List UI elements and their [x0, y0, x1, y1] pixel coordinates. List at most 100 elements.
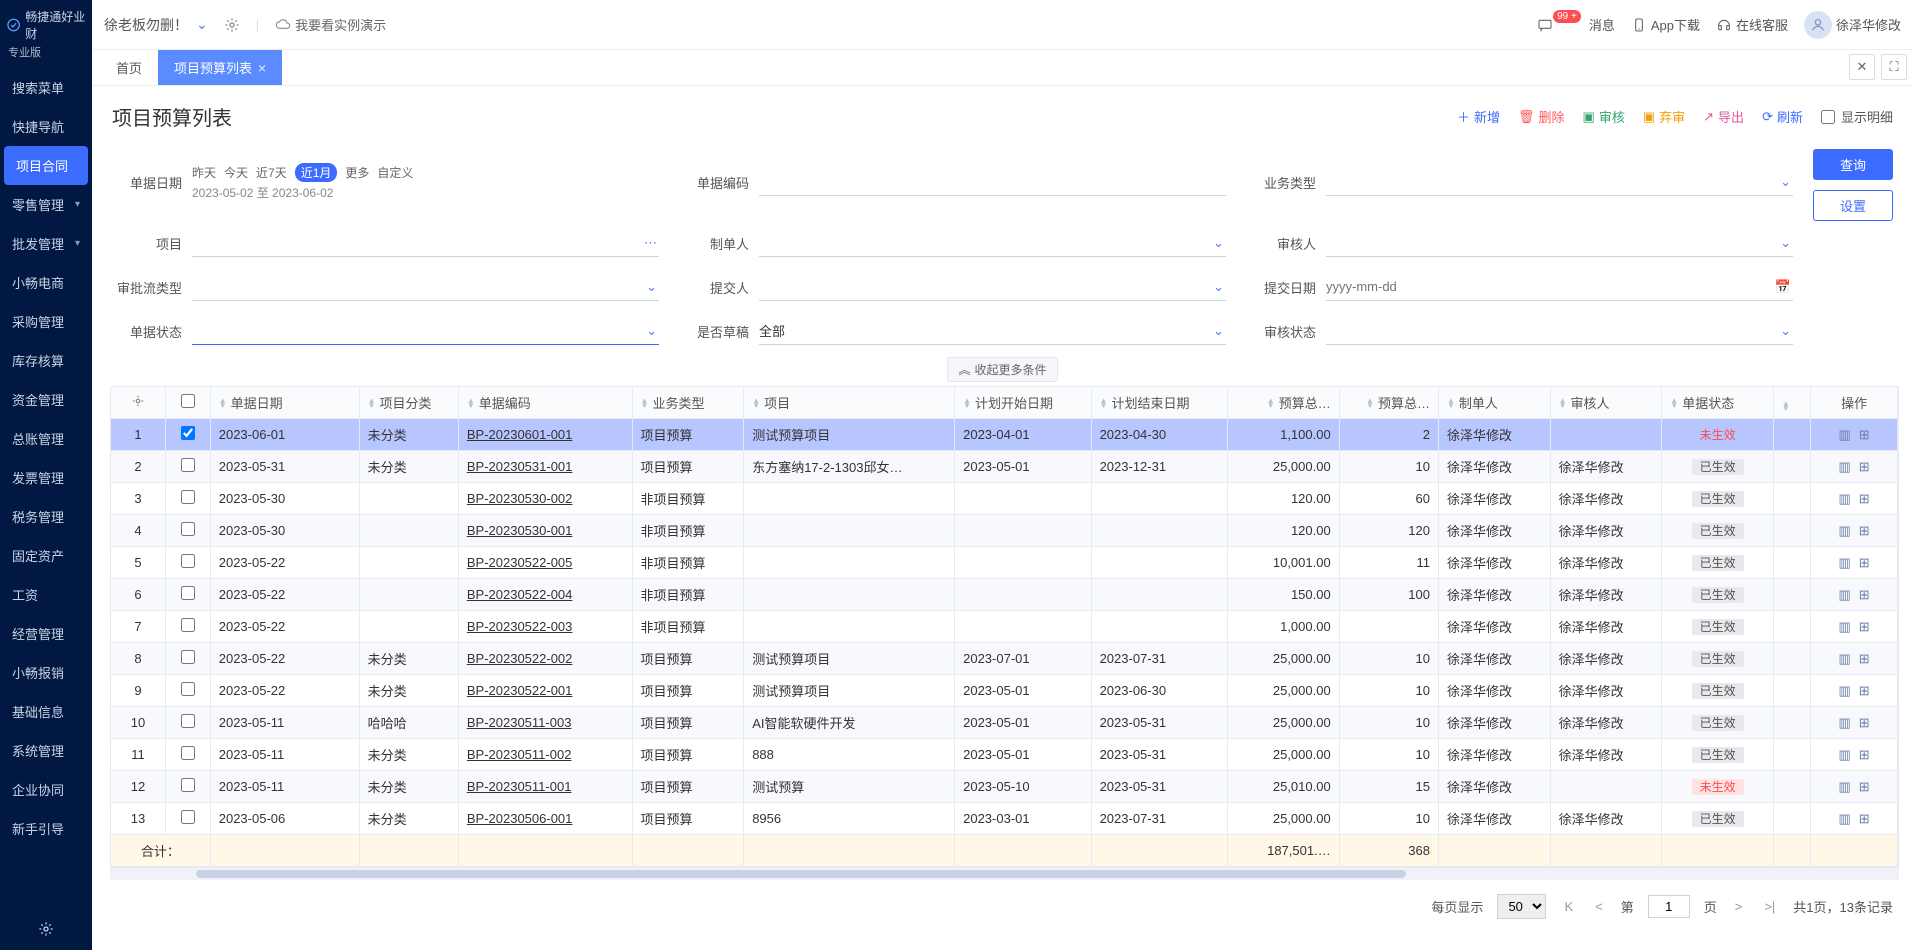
app-download-button[interactable]: App下载: [1631, 15, 1700, 34]
col-header-status[interactable]: 单据状态: [1682, 393, 1734, 412]
view-icon[interactable]: ▥: [1838, 587, 1850, 603]
view-icon[interactable]: ▥: [1838, 523, 1850, 539]
maker-select[interactable]: ⌄: [759, 229, 1226, 257]
sort-icon[interactable]: ▲▼: [641, 398, 649, 408]
table-row[interactable]: 4 2023-05-30 BP-20230530-001 非项目预算 120.0…: [111, 515, 1898, 547]
bill-code-link[interactable]: BP-20230531-001: [467, 459, 573, 474]
submitter-select[interactable]: ⌄: [759, 273, 1226, 301]
col-select-all[interactable]: [166, 387, 211, 419]
table-row[interactable]: 3 2023-05-30 BP-20230530-002 非项目预算 120.0…: [111, 483, 1898, 515]
sidebar-item[interactable]: 发票管理: [0, 458, 92, 497]
col-header-biz[interactable]: 业务类型: [652, 393, 704, 412]
col-config[interactable]: [111, 387, 166, 419]
settings-button[interactable]: 设置: [1813, 190, 1893, 221]
audit-button[interactable]: ▣审核: [1583, 107, 1625, 126]
col-header-maker[interactable]: 制单人: [1459, 393, 1498, 412]
export-button[interactable]: ↗导出: [1703, 107, 1744, 126]
sidebar-item[interactable]: 快捷导航: [0, 107, 92, 146]
bill-code-link[interactable]: BP-20230506-001: [467, 811, 573, 826]
isdraft-select[interactable]: 全部⌄: [759, 317, 1226, 345]
close-icon[interactable]: ×: [258, 60, 266, 76]
refresh-button[interactable]: ⟳刷新: [1762, 107, 1803, 126]
sidebar-item[interactable]: 基础信息: [0, 692, 92, 731]
bill-code-link[interactable]: BP-20230522-004: [467, 587, 573, 602]
sort-icon[interactable]: ▲▼: [1670, 398, 1678, 408]
col-header-date[interactable]: 单据日期: [231, 393, 283, 412]
row-checkbox[interactable]: [181, 682, 195, 696]
view-icon[interactable]: ▥: [1838, 459, 1850, 475]
sidebar-item[interactable]: 经营管理: [0, 614, 92, 653]
table-row[interactable]: 10 2023-05-11 哈哈哈 BP-20230511-003 项目预算 A…: [111, 707, 1898, 739]
page-input[interactable]: [1648, 895, 1690, 918]
auditor-select[interactable]: ⌄: [1326, 229, 1793, 257]
table-row[interactable]: 6 2023-05-22 BP-20230522-004 非项目预算 150.0…: [111, 579, 1898, 611]
table-row[interactable]: 13 2023-05-06 未分类 BP-20230506-001 项目预算 8…: [111, 803, 1898, 835]
date-pill[interactable]: 自定义: [377, 164, 413, 181]
row-checkbox[interactable]: [181, 746, 195, 760]
delete-button[interactable]: 🗑删除: [1518, 107, 1565, 126]
date-pill[interactable]: 今天: [224, 164, 248, 181]
support-button[interactable]: 在线客服: [1716, 15, 1788, 34]
view-icon[interactable]: ▥: [1838, 651, 1850, 667]
sidebar-item[interactable]: 小畅报销: [0, 653, 92, 692]
row-checkbox[interactable]: [181, 618, 195, 632]
prev-page-button[interactable]: <: [1591, 899, 1607, 914]
bill-code-link[interactable]: BP-20230522-003: [467, 619, 573, 634]
view-icon[interactable]: ▥: [1838, 779, 1850, 795]
more-icon[interactable]: ⊞: [1859, 523, 1870, 539]
auditstatus-select[interactable]: ⌄: [1326, 317, 1793, 345]
query-button[interactable]: 查询: [1813, 149, 1893, 180]
bill-code-link[interactable]: BP-20230530-002: [467, 491, 573, 506]
date-pill[interactable]: 近7天: [256, 164, 287, 181]
sort-icon[interactable]: ▲▼: [1447, 398, 1455, 408]
billstatus-select[interactable]: ⌄: [192, 317, 659, 345]
project-select[interactable]: ⋯: [192, 229, 659, 257]
date-pill[interactable]: 更多: [345, 164, 369, 181]
biztype-select[interactable]: ⌄: [1326, 168, 1793, 196]
table-row[interactable]: 2 2023-05-31 未分类 BP-20230531-001 项目预算 东方…: [111, 451, 1898, 483]
table-row[interactable]: 7 2023-05-22 BP-20230522-003 非项目预算 1,000…: [111, 611, 1898, 643]
sidebar-item[interactable]: 税务管理: [0, 497, 92, 536]
row-checkbox[interactable]: [181, 714, 195, 728]
more-icon[interactable]: ⊞: [1859, 683, 1870, 699]
sort-icon[interactable]: ▲▼: [467, 398, 475, 408]
sidebar-item[interactable]: 零售管理▾: [0, 185, 92, 224]
messages-button[interactable]: 99 + 消息: [1537, 15, 1615, 34]
calendar-icon[interactable]: 📅: [1775, 279, 1791, 295]
col-header-amt[interactable]: 预算总…: [1279, 393, 1331, 412]
more-icon[interactable]: ⊞: [1859, 427, 1870, 443]
show-detail-checkbox[interactable]: [1821, 110, 1835, 124]
sort-icon[interactable]: ▲▼: [1267, 398, 1275, 408]
bill-code-link[interactable]: BP-20230530-001: [467, 523, 573, 538]
sidebar-item[interactable]: 搜索菜单: [0, 68, 92, 107]
show-detail-toggle[interactable]: 显示明细: [1821, 107, 1893, 126]
table-row[interactable]: 8 2023-05-22 未分类 BP-20230522-002 项目预算 测试…: [111, 643, 1898, 675]
first-page-button[interactable]: K: [1560, 899, 1577, 914]
sort-icon[interactable]: ▲▼: [1100, 398, 1108, 408]
sidebar-settings[interactable]: [0, 911, 92, 950]
billcode-input[interactable]: [759, 168, 1226, 196]
sort-icon[interactable]: ▲▼: [368, 398, 376, 408]
more-icon[interactable]: ⊞: [1859, 587, 1870, 603]
view-icon[interactable]: ▥: [1838, 747, 1850, 763]
sidebar-item[interactable]: 固定资产: [0, 536, 92, 575]
view-icon[interactable]: ▥: [1838, 715, 1850, 731]
row-checkbox[interactable]: [181, 426, 195, 440]
next-page-button[interactable]: >: [1731, 899, 1747, 914]
sidebar-item[interactable]: 库存核算: [0, 341, 92, 380]
date-pill[interactable]: 昨天: [192, 164, 216, 181]
date-pill[interactable]: 近1月: [295, 163, 338, 182]
view-icon[interactable]: ▥: [1838, 619, 1850, 635]
row-checkbox[interactable]: [181, 554, 195, 568]
sidebar-item[interactable]: 批发管理▾: [0, 224, 92, 263]
more-icon[interactable]: ⊞: [1859, 779, 1870, 795]
sort-icon[interactable]: ▲▼: [219, 398, 227, 408]
add-button[interactable]: ＋新增: [1457, 107, 1500, 126]
sidebar-item[interactable]: 小畅电商: [0, 263, 92, 302]
col-header-code[interactable]: 单据编码: [479, 393, 531, 412]
view-icon[interactable]: ▥: [1838, 427, 1850, 443]
sidebar-item[interactable]: 企业协同: [0, 770, 92, 809]
more-icon[interactable]: ⊞: [1859, 619, 1870, 635]
table-row[interactable]: 9 2023-05-22 未分类 BP-20230522-001 项目预算 测试…: [111, 675, 1898, 707]
submitdate-input[interactable]: 📅: [1326, 273, 1793, 301]
